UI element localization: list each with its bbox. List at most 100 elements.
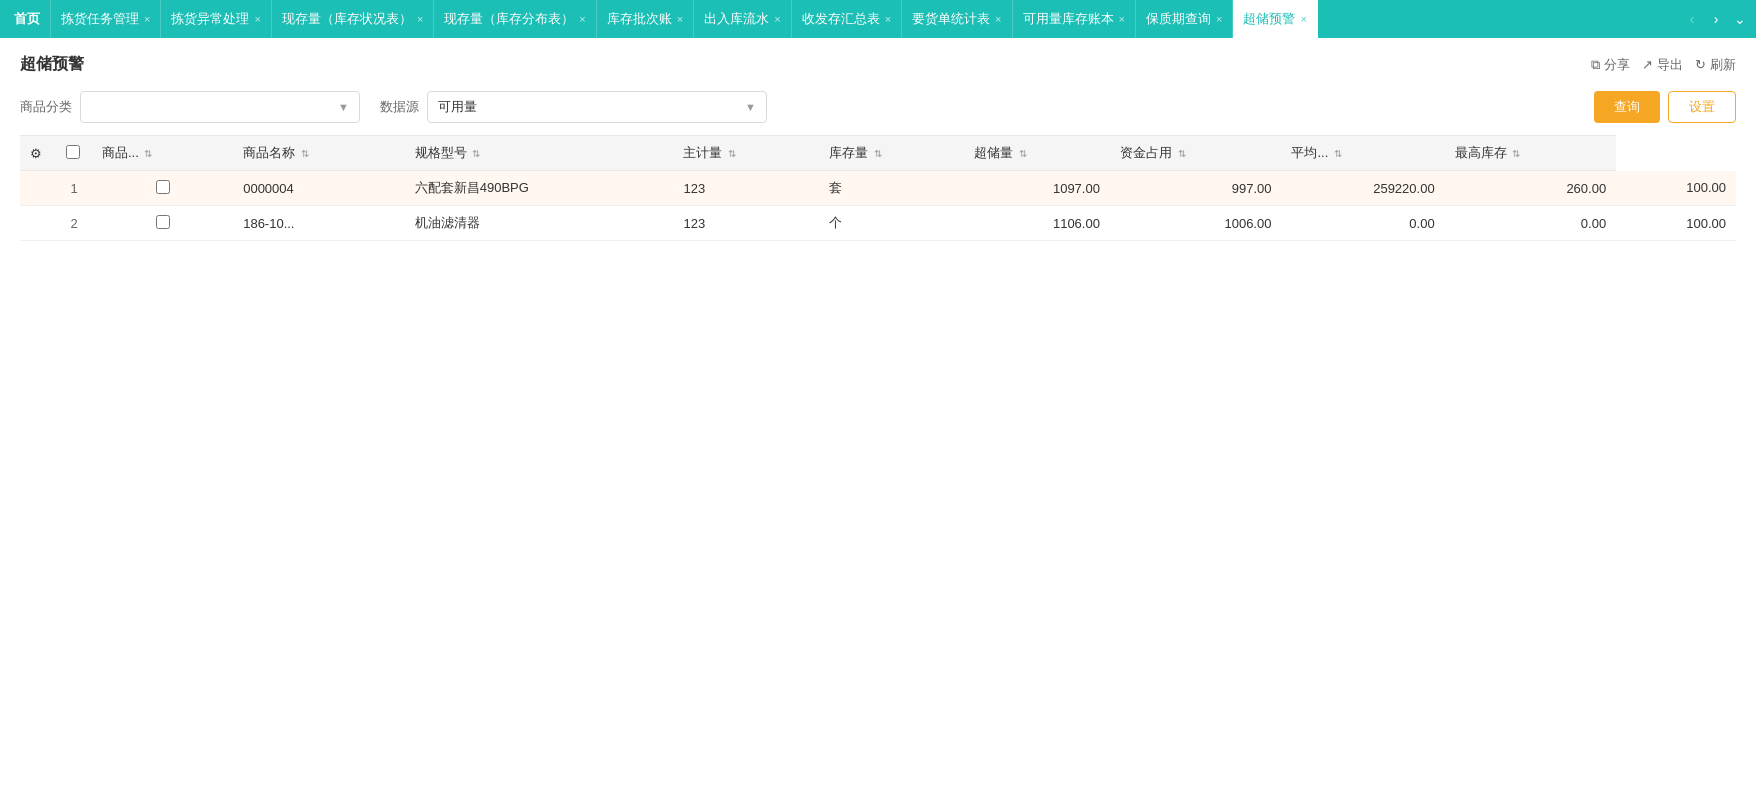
export-button[interactable]: ↗ 导出	[1642, 56, 1683, 74]
close-icon[interactable]: ×	[995, 13, 1001, 25]
nav-item-batch-account[interactable]: 库存批次账 ×	[597, 0, 694, 38]
datasource-filter: 数据源 可用量 ▼	[380, 91, 767, 123]
close-icon[interactable]: ×	[1119, 13, 1125, 25]
close-icon[interactable]: ×	[677, 13, 683, 25]
th-product-code[interactable]: 商品... ⇅	[92, 136, 233, 171]
th-overstock-qty[interactable]: 超储量 ⇅	[964, 136, 1109, 171]
nav-item-order-stats[interactable]: 要货单统计表 ×	[902, 0, 1012, 38]
th-capital-used-label: 资金占用	[1120, 145, 1172, 160]
sort-icon: ⇅	[144, 148, 152, 159]
header-actions: ⧉ 分享 ↗ 导出 ↻ 刷新	[1591, 56, 1736, 74]
table-row: 10000004六配套新昌490BPG123套1097.00997.002592…	[20, 171, 1736, 206]
th-product-name-label: 商品名称	[243, 145, 295, 160]
row-num-cell: 1	[56, 171, 92, 206]
row-avg: 0.00	[1445, 206, 1617, 241]
datasource-select[interactable]: 可用量 ▼	[427, 91, 767, 123]
th-product-name[interactable]: 商品名称 ⇅	[233, 136, 405, 171]
data-table: ⚙ 商品... ⇅ 商品名称 ⇅ 规格型号 ⇅ 主计量	[20, 135, 1736, 241]
page-title: 超储预警	[20, 54, 84, 75]
sort-icon: ⇅	[728, 148, 736, 159]
nav-item-collect-send[interactable]: 收发存汇总表 ×	[792, 0, 902, 38]
row-capital-used: 0.00	[1281, 206, 1444, 241]
nav-item-stock-status[interactable]: 现存量（库存状况表） ×	[272, 0, 434, 38]
th-product-code-label: 商品...	[102, 145, 139, 160]
category-label: 商品分类	[20, 98, 72, 116]
nav-arrow-left[interactable]: ‹	[1680, 0, 1704, 38]
th-max-stock[interactable]: 最高库存 ⇅	[1445, 136, 1617, 171]
query-button[interactable]: 查询	[1594, 91, 1660, 123]
th-capital-used[interactable]: 资金占用 ⇅	[1110, 136, 1282, 171]
close-icon[interactable]: ×	[417, 13, 423, 25]
row-capital-used: 259220.00	[1281, 171, 1444, 206]
nav-item-abnormal[interactable]: 拣货异常处理 ×	[161, 0, 271, 38]
row-spec: 123	[673, 206, 818, 241]
page-content: 超储预警 ⧉ 分享 ↗ 导出 ↻ 刷新 商品分类 ▼ 数据源	[0, 38, 1756, 800]
close-icon[interactable]: ×	[144, 13, 150, 25]
row-overstock-qty: 997.00	[1110, 171, 1282, 206]
th-unit[interactable]: 主计量 ⇅	[673, 136, 818, 171]
nav-item-task-mgmt[interactable]: 拣货任务管理 ×	[51, 0, 161, 38]
share-button[interactable]: ⧉ 分享	[1591, 56, 1630, 74]
close-icon[interactable]: ×	[579, 13, 585, 25]
nav-item-available-account[interactable]: 可用量库存账本 ×	[1013, 0, 1136, 38]
th-avg[interactable]: 平均... ⇅	[1281, 136, 1444, 171]
row-gear-cell	[20, 171, 56, 206]
close-icon[interactable]: ×	[885, 13, 891, 25]
nav-arrow-right[interactable]: ›	[1704, 0, 1728, 38]
row-stock-qty: 1097.00	[964, 171, 1109, 206]
export-icon: ↗	[1642, 57, 1653, 72]
nav-arrows: ‹ › ⌄	[1680, 0, 1752, 38]
datasource-select-value: 可用量	[438, 98, 477, 116]
th-max-stock-label: 最高库存	[1455, 145, 1507, 160]
nav-item-home[interactable]: 首页	[4, 0, 51, 38]
th-overstock-qty-label: 超储量	[974, 145, 1013, 160]
th-unit-label: 主计量	[683, 145, 722, 160]
row-unit: 个	[819, 206, 964, 241]
th-settings[interactable]: ⚙	[20, 136, 56, 171]
page-header: 超储预警 ⧉ 分享 ↗ 导出 ↻ 刷新	[20, 54, 1736, 75]
sort-icon: ⇅	[1019, 148, 1027, 159]
row-overstock-qty: 1006.00	[1110, 206, 1282, 241]
nav-item-overstock-warning[interactable]: 超储预警 ×	[1233, 0, 1317, 38]
close-icon[interactable]: ×	[1216, 13, 1222, 25]
th-num	[56, 136, 92, 171]
row-checkbox[interactable]	[156, 180, 170, 194]
refresh-button[interactable]: ↻ 刷新	[1695, 56, 1736, 74]
select-all-checkbox[interactable]	[66, 145, 80, 159]
row-gear-cell	[20, 206, 56, 241]
close-icon[interactable]: ×	[254, 13, 260, 25]
refresh-icon: ↻	[1695, 57, 1706, 72]
th-stock-qty[interactable]: 库存量 ⇅	[819, 136, 964, 171]
row-max-stock: 100.00	[1616, 171, 1736, 206]
sort-icon: ⇅	[301, 148, 309, 159]
category-select[interactable]: ▼	[80, 91, 360, 123]
chevron-down-icon: ▼	[338, 101, 349, 113]
close-icon[interactable]: ×	[774, 13, 780, 25]
th-stock-qty-label: 库存量	[829, 145, 868, 160]
row-num-cell: 2	[56, 206, 92, 241]
sort-icon: ⇅	[1178, 148, 1186, 159]
nav-item-quality-check[interactable]: 保质期查询 ×	[1136, 0, 1233, 38]
th-spec[interactable]: 规格型号 ⇅	[405, 136, 674, 171]
row-spec: 123	[673, 171, 818, 206]
row-max-stock: 100.00	[1616, 206, 1736, 241]
row-select-cell	[92, 206, 233, 241]
close-icon[interactable]: ×	[1300, 13, 1306, 25]
gear-icon: ⚙	[30, 146, 42, 161]
nav-item-in-out-flow[interactable]: 出入库流水 ×	[694, 0, 791, 38]
row-product-code: 186-10...	[233, 206, 405, 241]
top-navigation: 首页 拣货任务管理 × 拣货异常处理 × 现存量（库存状况表） × 现存量（库存…	[0, 0, 1756, 38]
set-button[interactable]: 设置	[1668, 91, 1736, 123]
row-product-code: 0000004	[233, 171, 405, 206]
row-checkbox[interactable]	[156, 215, 170, 229]
datasource-label: 数据源	[380, 98, 419, 116]
nav-item-stock-dist[interactable]: 现存量（库存分布表） ×	[434, 0, 596, 38]
row-avg: 260.00	[1445, 171, 1617, 206]
sort-icon: ⇅	[1334, 148, 1342, 159]
nav-arrow-menu[interactable]: ⌄	[1728, 0, 1752, 38]
share-icon: ⧉	[1591, 57, 1600, 73]
sort-icon: ⇅	[874, 148, 882, 159]
chevron-down-icon: ▼	[745, 101, 756, 113]
row-product-name: 机油滤清器	[405, 206, 674, 241]
filter-row: 商品分类 ▼ 数据源 可用量 ▼ 查询 设置	[20, 91, 1736, 123]
